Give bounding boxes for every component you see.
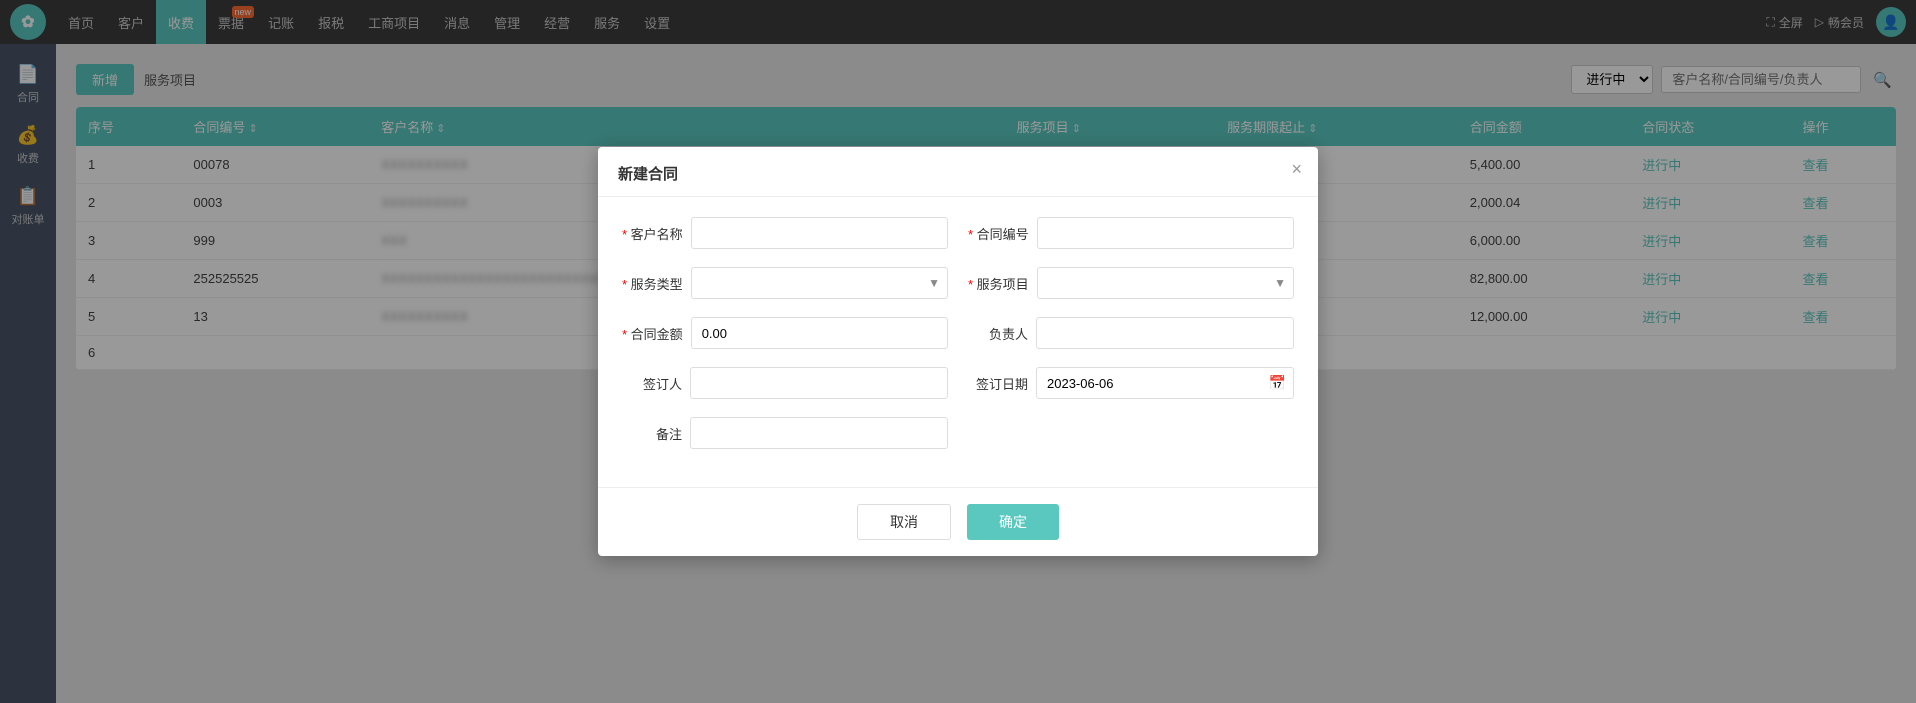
form-row-2: 服务类型 ▼ 服务项目 ▼	[622, 267, 1294, 299]
form-row-3: 合同金额 负责人	[622, 317, 1294, 349]
signatory-label: 签订人	[622, 374, 682, 393]
sign-date-label: 签订日期	[968, 374, 1028, 393]
form-group-contract-no: 合同编号	[968, 217, 1294, 249]
sign-date-wrapper: 📅	[1036, 367, 1294, 399]
remark-label: 备注	[622, 424, 682, 443]
modal-footer: 取消 确定	[598, 487, 1318, 556]
form-group-remark: 备注	[622, 417, 948, 449]
modal-body: 客户名称 合同编号 服务类型 ▼ 服务项目	[598, 197, 1318, 487]
service-item-label: 服务项目	[968, 274, 1029, 293]
modal-title: 新建合同	[618, 166, 678, 183]
form-row-5: 备注	[622, 417, 1294, 449]
form-group-signatory: 签订人	[622, 367, 948, 399]
responsible-input[interactable]	[1036, 317, 1294, 349]
contract-no-input[interactable]	[1037, 217, 1294, 249]
sign-date-input[interactable]	[1036, 367, 1294, 399]
form-group-customer: 客户名称	[622, 217, 948, 249]
modal-header: 新建合同 ×	[598, 147, 1318, 197]
form-group-amount: 合同金额	[622, 317, 948, 349]
signatory-input[interactable]	[690, 367, 948, 399]
service-type-select[interactable]	[691, 267, 948, 299]
new-contract-modal: 新建合同 × 客户名称 合同编号 服务类型	[598, 147, 1318, 556]
service-type-wrapper: ▼	[691, 267, 948, 299]
contract-amount-input[interactable]	[691, 317, 948, 349]
contract-no-label: 合同编号	[968, 224, 1029, 243]
responsible-label: 负责人	[968, 324, 1028, 343]
form-row-1: 客户名称 合同编号	[622, 217, 1294, 249]
service-item-wrapper: ▼	[1037, 267, 1294, 299]
service-item-select[interactable]	[1037, 267, 1294, 299]
form-group-service-type: 服务类型 ▼	[622, 267, 948, 299]
form-row-4: 签订人 签订日期 📅	[622, 367, 1294, 399]
customer-name-label: 客户名称	[622, 224, 683, 243]
form-group-sign-date: 签订日期 📅	[968, 367, 1294, 399]
contract-amount-label: 合同金额	[622, 324, 683, 343]
service-type-label: 服务类型	[622, 274, 683, 293]
remark-input[interactable]	[690, 417, 948, 449]
form-group-empty	[968, 417, 1294, 449]
modal-overlay[interactable]: 新建合同 × 客户名称 合同编号 服务类型	[0, 0, 1916, 703]
customer-name-input[interactable]	[691, 217, 948, 249]
form-group-service-item: 服务项目 ▼	[968, 267, 1294, 299]
modal-close-button[interactable]: ×	[1291, 159, 1302, 180]
confirm-button[interactable]: 确定	[967, 504, 1059, 540]
form-group-responsible: 负责人	[968, 317, 1294, 349]
cancel-button[interactable]: 取消	[857, 504, 951, 540]
